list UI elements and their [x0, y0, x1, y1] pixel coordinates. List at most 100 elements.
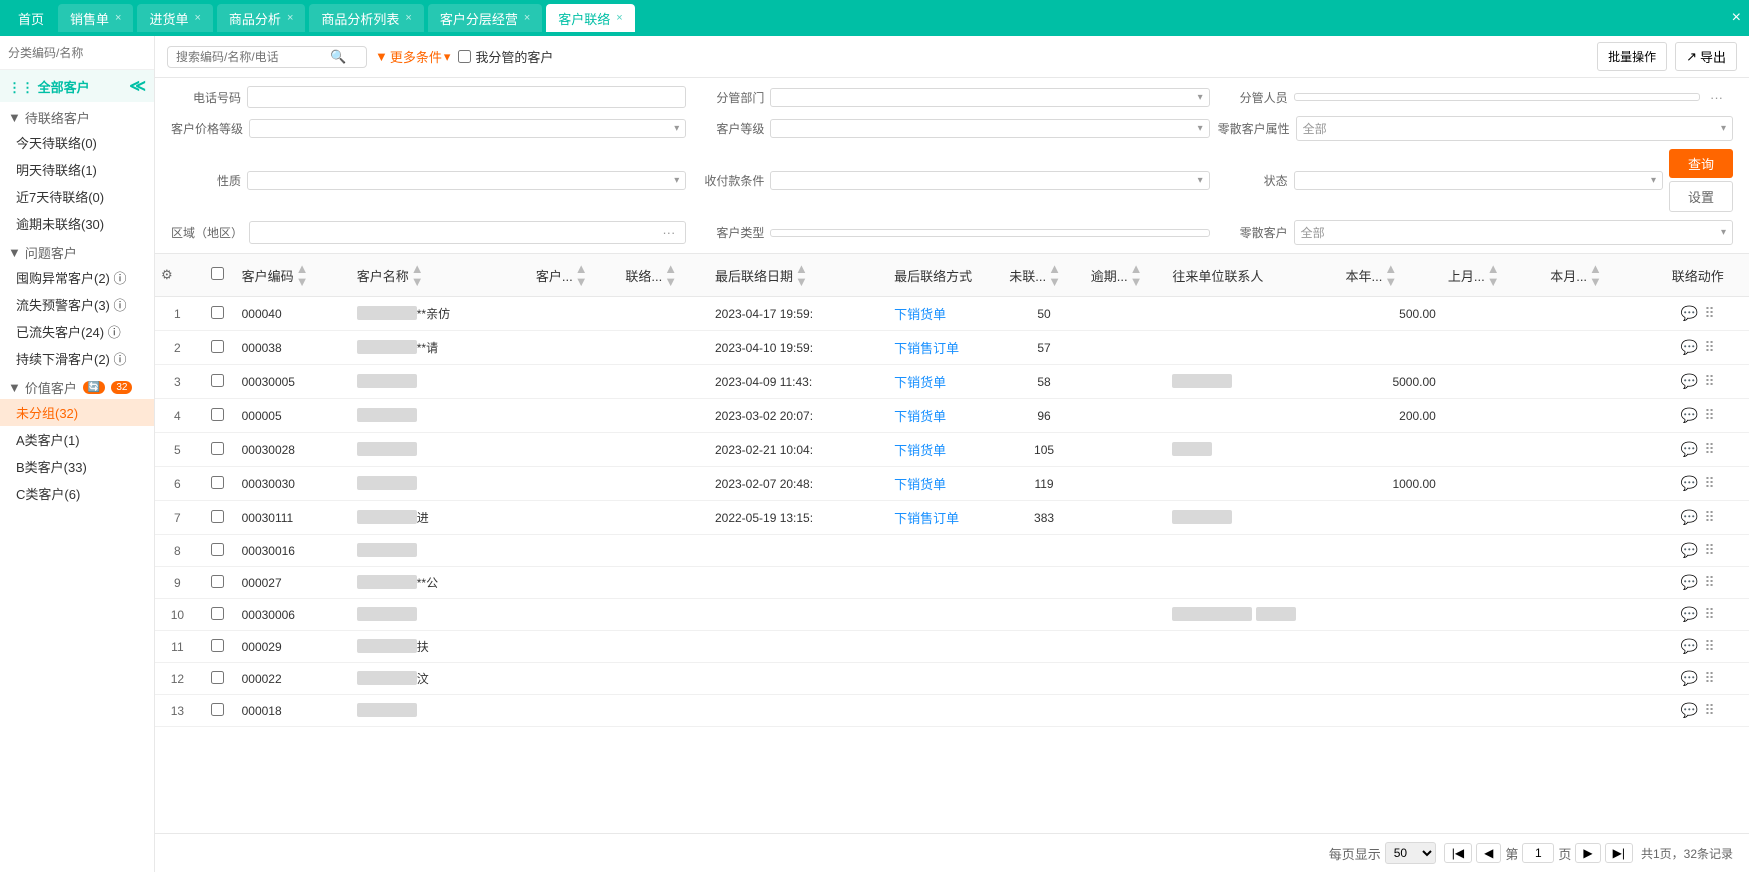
problem-customers-group[interactable]: ▼ 问题客户 [0, 237, 154, 264]
sidebar-item-7days-pending[interactable]: 近7天待联络(0) [0, 183, 154, 210]
sidebar-item-class-b[interactable]: B类客户(33) [0, 453, 154, 480]
all-customers-header[interactable]: ⋮⋮ 全部客户 ≪ [0, 70, 154, 102]
close-tab-icon[interactable]: × [616, 12, 622, 24]
grid-icon[interactable]: ⠿ [1704, 542, 1714, 559]
sidebar-item-class-c[interactable]: C类客户(6) [0, 480, 154, 507]
last-way-link[interactable]: 下销售订单 [894, 511, 959, 526]
dept-select[interactable]: ▾ [770, 88, 1209, 107]
region-select[interactable]: ··· [249, 221, 686, 244]
value-customers-group[interactable]: ▼ 价值客户 🔄 32 [0, 372, 154, 399]
grid-icon[interactable]: ⠿ [1704, 475, 1714, 492]
chat-icon[interactable]: 💬 [1681, 441, 1698, 458]
region-more-icon[interactable]: ··· [658, 225, 679, 240]
chat-icon[interactable]: 💬 [1681, 638, 1698, 655]
home-tab[interactable]: 首页 [8, 9, 54, 28]
first-page-button[interactable]: |◀ [1444, 843, 1472, 863]
payment-select[interactable]: ▾ [770, 171, 1209, 190]
last-way-link[interactable]: 下销货单 [894, 477, 946, 492]
close-tab-icon[interactable]: × [115, 12, 121, 24]
manager-select[interactable] [1294, 93, 1700, 101]
pending-contact-group[interactable]: ▼ 待联络客户 [0, 102, 154, 129]
row-checkbox[interactable] [211, 510, 224, 523]
chat-icon[interactable]: 💬 [1681, 475, 1698, 492]
tab-product-analysis[interactable]: 商品分析 × [217, 4, 305, 32]
sidebar-search-input[interactable] [8, 46, 155, 60]
close-tab-icon[interactable]: × [524, 12, 530, 24]
sidebar-item-overdue-pending[interactable]: 逾期未联络(30) [0, 210, 154, 237]
sidebar-item-declining[interactable]: 持续下滑客户(2) ⓘ [0, 345, 154, 372]
sort-code[interactable]: 客户编码 ▲▼ [242, 262, 345, 288]
tab-purchase-order[interactable]: 进货单 × [137, 4, 212, 32]
sidebar-item-today-pending[interactable]: 今天待联络(0) [0, 129, 154, 156]
grid-icon[interactable]: ⠿ [1704, 339, 1714, 356]
chat-icon[interactable]: 💬 [1681, 305, 1698, 322]
close-tab-icon[interactable]: × [194, 12, 200, 24]
tab-sales-order[interactable]: 销售单 × [58, 4, 133, 32]
customer-level-select[interactable]: ▾ [770, 119, 1209, 138]
filter-search-icon[interactable]: 🔍 [330, 49, 346, 65]
last-way-link[interactable]: 下销售订单 [894, 341, 959, 356]
row-checkbox[interactable] [211, 306, 224, 319]
grid-icon[interactable]: ⠿ [1704, 670, 1714, 687]
collapse-icon[interactable]: ≪ [129, 76, 146, 96]
filter-more-conditions[interactable]: ▼ 更多条件 ▾ [375, 47, 450, 66]
last-way-link[interactable]: 下销货单 [894, 375, 946, 390]
chat-icon[interactable]: 💬 [1681, 542, 1698, 559]
select-all-checkbox[interactable] [211, 267, 224, 280]
close-tab-icon[interactable]: × [287, 12, 293, 24]
chat-icon[interactable]: 💬 [1681, 574, 1698, 591]
more-options-icon[interactable]: ··· [1706, 90, 1727, 105]
next-page-button[interactable]: ▶ [1575, 843, 1600, 863]
chat-icon[interactable]: 💬 [1681, 373, 1698, 390]
row-checkbox[interactable] [211, 671, 224, 684]
row-checkbox[interactable] [211, 340, 224, 353]
filter-search-input[interactable] [176, 50, 326, 64]
row-checkbox[interactable] [211, 374, 224, 387]
per-page-select-input[interactable]: 50 100 200 [1385, 842, 1436, 864]
chat-icon[interactable]: 💬 [1681, 606, 1698, 623]
close-all-tabs-icon[interactable]: × [1732, 9, 1741, 27]
last-page-button[interactable]: ▶| [1605, 843, 1633, 863]
close-tab-icon[interactable]: × [405, 12, 411, 24]
sidebar-item-tomorrow-pending[interactable]: 明天待联络(1) [0, 156, 154, 183]
grid-icon[interactable]: ⠿ [1704, 638, 1714, 655]
tab-customer-segment[interactable]: 客户分层经营 × [428, 4, 542, 32]
row-checkbox[interactable] [211, 607, 224, 620]
row-checkbox[interactable] [211, 543, 224, 556]
row-checkbox[interactable] [211, 639, 224, 652]
grid-icon[interactable]: ⠿ [1704, 373, 1714, 390]
chat-icon[interactable]: 💬 [1681, 407, 1698, 424]
status-select[interactable]: ▾ [1294, 171, 1663, 190]
phone-input[interactable] [247, 86, 686, 108]
retail-attr-select[interactable]: 全部 ▾ [1296, 116, 1733, 141]
sidebar-item-ungroup[interactable]: 未分组(32) [0, 399, 154, 426]
last-way-link[interactable]: 下销货单 [894, 443, 946, 458]
sidebar-item-hoarding[interactable]: 囤购异常客户(2) ⓘ [0, 264, 154, 291]
sidebar-item-churn-warning[interactable]: 流失预警客户(3) ⓘ [0, 291, 154, 318]
query-button[interactable]: 查询 [1669, 149, 1733, 178]
my-customers-filter[interactable]: 我分管的客户 [458, 47, 553, 66]
customer-type-select[interactable] [770, 229, 1209, 237]
grid-icon[interactable]: ⠿ [1704, 509, 1714, 526]
settings-icon[interactable]: ⚙ [161, 267, 173, 283]
row-checkbox[interactable] [211, 442, 224, 455]
sidebar-item-churned[interactable]: 已流失客户(24) ⓘ [0, 318, 154, 345]
chat-icon[interactable]: 💬 [1681, 702, 1698, 719]
property-select[interactable]: ▾ [247, 171, 686, 190]
chat-icon[interactable]: 💬 [1681, 670, 1698, 687]
grid-icon[interactable]: ⠿ [1704, 702, 1714, 719]
grid-icon[interactable]: ⠿ [1704, 606, 1714, 623]
last-way-link[interactable]: 下销货单 [894, 409, 946, 424]
chat-icon[interactable]: 💬 [1681, 509, 1698, 526]
row-checkbox[interactable] [211, 408, 224, 421]
grid-icon[interactable]: ⠿ [1704, 305, 1714, 322]
my-customers-checkbox[interactable] [458, 50, 471, 63]
row-checkbox[interactable] [211, 703, 224, 716]
sidebar-item-class-a[interactable]: A类客户(1) [0, 426, 154, 453]
sort-name[interactable]: 客户名称 ▲▼ [357, 262, 524, 288]
row-checkbox[interactable] [211, 476, 224, 489]
price-level-select[interactable]: ▾ [249, 119, 686, 138]
prev-page-button[interactable]: ◀ [1476, 843, 1501, 863]
grid-icon[interactable]: ⠿ [1704, 441, 1714, 458]
retail-customer-select[interactable]: 全部 ▾ [1294, 220, 1733, 245]
